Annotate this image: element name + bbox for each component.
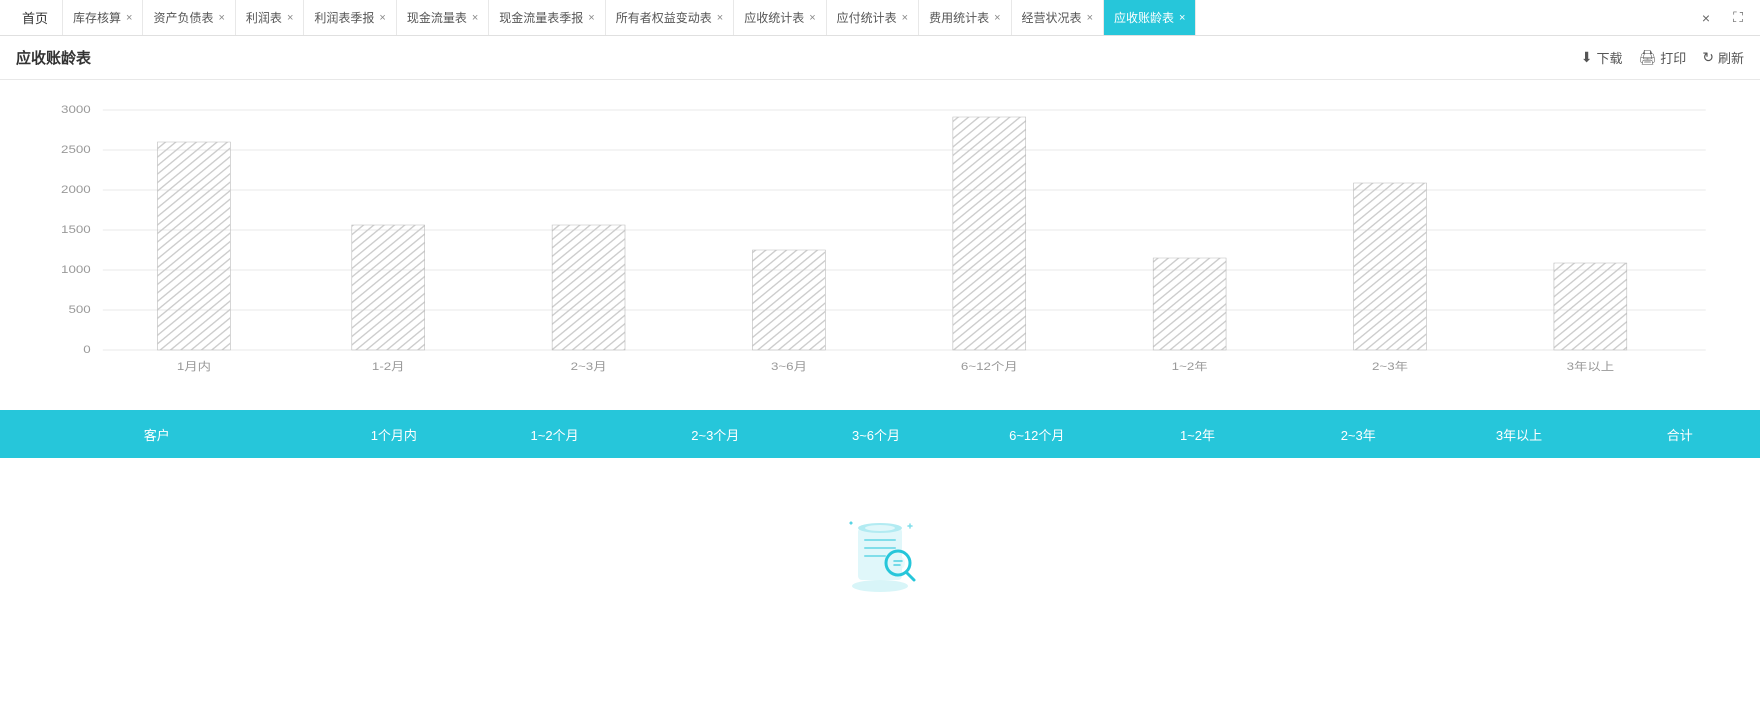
table-header: 客户 1个月内 1~2个月 2~3个月 3~6个月 6~12个月 1~2年 2~… (0, 410, 1760, 458)
print-icon: 🖨 (1638, 49, 1656, 66)
close-payable-stat-tab[interactable]: × (902, 12, 908, 24)
close-profit-tab[interactable]: × (287, 12, 293, 24)
close-inventory-tab[interactable]: × (126, 12, 132, 24)
page-actions: ⬇ 下载 🖨 打印 ↻ 刷新 (1581, 48, 1744, 67)
main-content: 0 500 1000 1500 2000 2500 3000 (0, 80, 1760, 720)
close-aging-tab[interactable]: × (1179, 12, 1185, 24)
tab-payable-stat[interactable]: 应付统计表 × (827, 0, 919, 36)
tab-profit-quarterly[interactable]: 利润表季报 × (304, 0, 396, 36)
close-balance-tab[interactable]: × (218, 12, 224, 24)
download-button[interactable]: ⬇ 下载 (1581, 48, 1623, 67)
svg-text:2500: 2500 (61, 143, 91, 156)
tab-bar: 首页 库存核算 × 资产负债表 × 利润表 × 利润表季报 × 现金流量表 × … (0, 0, 1760, 36)
tab-equity[interactable]: 所有者权益变动表 × (606, 0, 734, 36)
refresh-button[interactable]: ↻ 刷新 (1702, 48, 1744, 67)
chart-svg: 0 500 1000 1500 2000 2500 3000 (30, 100, 1730, 400)
empty-state-icon (830, 498, 930, 598)
th-1-2year: 1~2年 (1117, 425, 1278, 444)
close-cashflow-tab[interactable]: × (472, 12, 478, 24)
tab-home[interactable]: 首页 (8, 0, 63, 36)
th-2-3year: 2~3年 (1278, 425, 1439, 444)
svg-text:1000: 1000 (61, 263, 91, 276)
th-6-12month: 6~12个月 (956, 425, 1117, 444)
svg-text:500: 500 (68, 303, 90, 316)
tab-bar-controls: × ⛶ (1692, 4, 1752, 32)
svg-text:2000: 2000 (61, 183, 91, 196)
tab-expense-stat[interactable]: 费用统计表 × (919, 0, 1011, 36)
th-customer: 客户 (0, 425, 313, 444)
svg-text:3000: 3000 (61, 103, 91, 116)
close-equity-tab[interactable]: × (717, 12, 723, 24)
th-3plus-year: 3年以上 (1439, 425, 1600, 444)
close-receivable-stat-tab[interactable]: × (809, 12, 815, 24)
refresh-icon: ↻ (1702, 49, 1714, 66)
svg-text:1500: 1500 (61, 223, 91, 236)
tab-inventory[interactable]: 库存核算 × (63, 0, 143, 36)
tab-receivable-stat[interactable]: 应收统计表 × (734, 0, 826, 36)
close-cashflow-quarterly-tab[interactable]: × (588, 12, 594, 24)
close-profit-quarterly-tab[interactable]: × (379, 12, 385, 24)
th-total: 合计 (1599, 425, 1760, 444)
svg-text:1月内: 1月内 (177, 360, 211, 373)
svg-text:0: 0 (83, 343, 91, 356)
print-button[interactable]: 🖨 打印 (1638, 48, 1686, 67)
tab-profit[interactable]: 利润表 × (236, 0, 304, 36)
svg-text:3~6月: 3~6月 (771, 360, 807, 373)
svg-text:6~12个月: 6~12个月 (961, 360, 1018, 373)
chart-area: 0 500 1000 1500 2000 2500 3000 (0, 80, 1760, 410)
window-maximize-button[interactable]: ⛶ (1724, 4, 1752, 32)
th-1-2month: 1~2个月 (474, 425, 635, 444)
tab-cashflow[interactable]: 现金流量表 × (397, 0, 489, 36)
svg-text:2~3年: 2~3年 (1372, 360, 1408, 373)
svg-text:3年以上: 3年以上 (1567, 360, 1614, 373)
download-icon: ⬇ (1581, 49, 1593, 66)
window-close-button[interactable]: × (1692, 4, 1720, 32)
close-expense-stat-tab[interactable]: × (994, 12, 1000, 24)
th-3-6month: 3~6个月 (796, 425, 957, 444)
svg-text:1~2年: 1~2年 (1172, 360, 1208, 373)
svg-text:2~3月: 2~3月 (571, 360, 607, 373)
th-1month: 1个月内 (313, 425, 474, 444)
tab-aging[interactable]: 应收账龄表 × (1104, 0, 1196, 36)
tab-balance[interactable]: 资产负债表 × (143, 0, 235, 36)
svg-text:1-2月: 1-2月 (372, 360, 405, 373)
page-header: 应收账龄表 ⬇ 下载 🖨 打印 ↻ 刷新 (0, 36, 1760, 80)
page-title: 应收账龄表 (16, 47, 91, 68)
tab-operation[interactable]: 经营状况表 × (1012, 0, 1104, 36)
th-2-3month: 2~3个月 (635, 425, 796, 444)
tab-cashflow-quarterly[interactable]: 现金流量表季报 × (489, 0, 605, 36)
empty-state (0, 458, 1760, 618)
bar-chart: 0 500 1000 1500 2000 2500 3000 (30, 100, 1730, 400)
close-operation-tab[interactable]: × (1087, 12, 1093, 24)
